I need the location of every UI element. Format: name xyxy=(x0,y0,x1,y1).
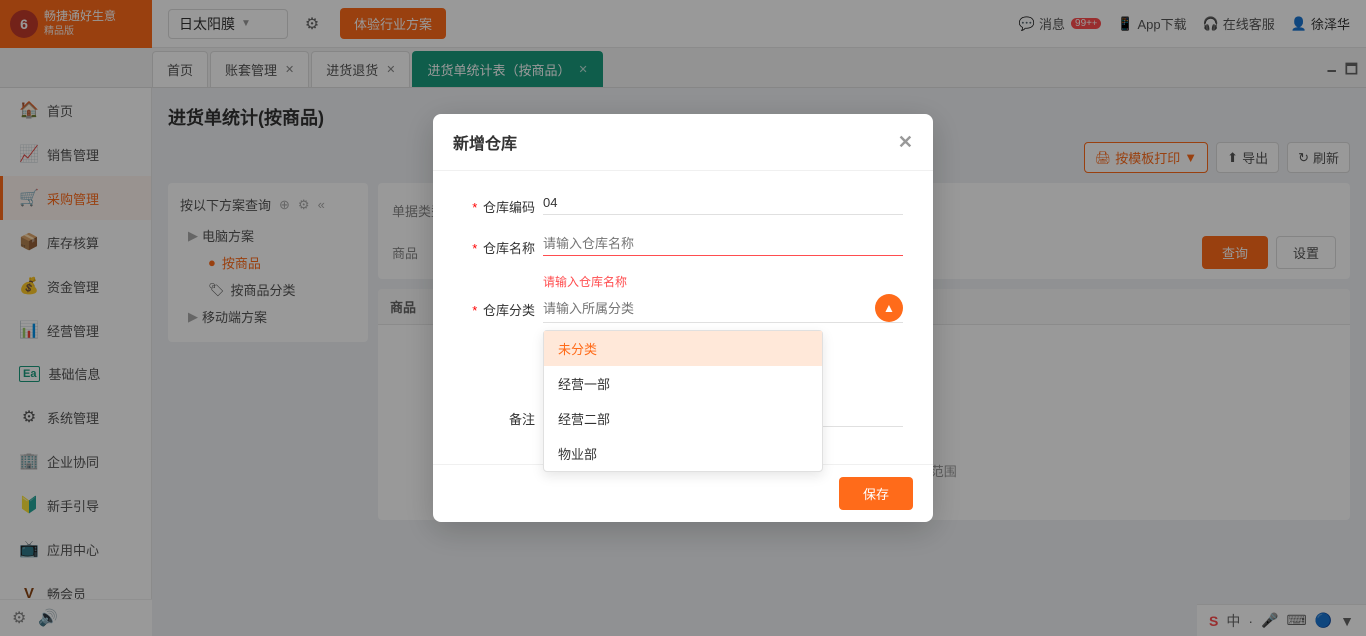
code-input[interactable] xyxy=(543,191,903,215)
form-row-code: * 仓库编码 xyxy=(463,191,903,216)
category-dropdown: 未分类 经营一部 经营二部 物业部 xyxy=(543,330,823,472)
name-field-wrapper xyxy=(543,232,903,256)
category-wrapper: ▲ 未分类 经营一部 经营二部 物业部 xyxy=(543,294,903,323)
dropdown-item-uncategorized[interactable]: 未分类 xyxy=(544,331,822,366)
category-input[interactable] xyxy=(543,297,875,320)
name-error-msg: 请输入仓库名称 xyxy=(543,273,903,290)
dropdown-item-op2[interactable]: 经营二部 xyxy=(544,401,822,436)
category-input-row: ▲ xyxy=(543,294,903,323)
form-row-category: * 仓库分类 ▲ 未分类 经营一部 xyxy=(463,294,903,323)
note-label: 备注 xyxy=(463,403,543,428)
new-warehouse-modal: 新增仓库 ✕ * 仓库编码 * 仓库名称 xyxy=(433,114,933,522)
modal-body: * 仓库编码 * 仓库名称 请输入仓库名称 * 仓库 xyxy=(433,171,933,464)
modal-overlay[interactable]: 新增仓库 ✕ * 仓库编码 * 仓库名称 xyxy=(0,0,1366,636)
name-label: * 仓库名称 xyxy=(463,232,543,257)
modal-close-button[interactable]: ✕ xyxy=(898,132,913,153)
modal-header: 新增仓库 ✕ xyxy=(433,114,933,171)
category-label: * 仓库分类 xyxy=(463,294,543,319)
dropdown-item-op1[interactable]: 经营一部 xyxy=(544,366,822,401)
form-row-name: * 仓库名称 xyxy=(463,232,903,257)
name-input[interactable] xyxy=(543,232,903,256)
modal-title: 新增仓库 xyxy=(453,130,517,154)
dropdown-item-op3[interactable]: 物业部 xyxy=(544,436,822,471)
category-toggle-button[interactable]: ▲ xyxy=(875,294,903,322)
modal-footer: 保存 xyxy=(433,464,933,522)
save-button[interactable]: 保存 xyxy=(839,477,913,510)
code-label: * 仓库编码 xyxy=(463,191,543,216)
